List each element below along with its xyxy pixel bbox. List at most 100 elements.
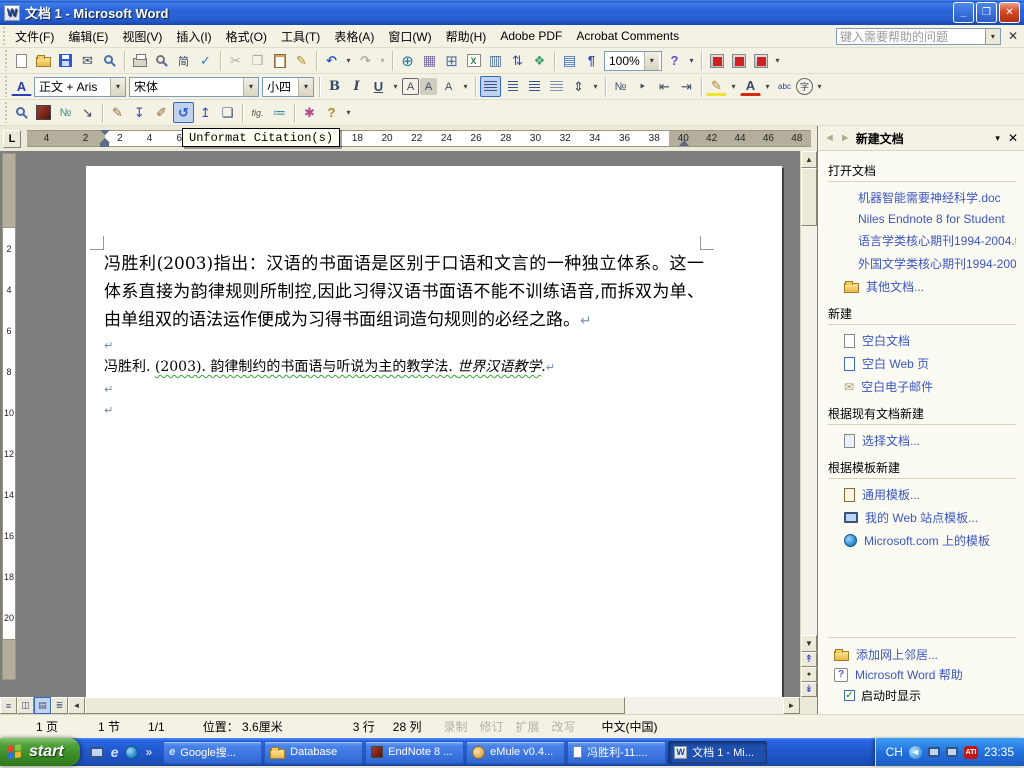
ruler-bar[interactable]: 4 2 2 4 6 8 10 12 14 16 18 20 22 (27, 130, 811, 147)
font-dropdown-icon[interactable]: ▾ (243, 77, 258, 96)
menu-edit[interactable]: 编辑(E) (61, 25, 115, 48)
tab-selector[interactable]: L (3, 129, 21, 148)
go-to-endnote-button[interactable] (33, 102, 54, 123)
paste-button[interactable] (269, 50, 290, 71)
line-spacing-dropdown[interactable]: ▾ (590, 76, 601, 97)
find-figures-button[interactable]: fig. (247, 102, 268, 123)
italic-button[interactable]: I (346, 76, 367, 97)
scroll-left-button[interactable]: ◄ (68, 697, 85, 714)
new-document-button[interactable] (11, 50, 32, 71)
export-traveling-library-button[interactable]: ❏ (217, 102, 238, 123)
taskbar-button-endnote[interactable]: EndNote 8 ... (365, 740, 465, 764)
pane-back-icon[interactable]: ◄ (824, 132, 835, 144)
edit-citations-button[interactable]: ✎ (107, 102, 128, 123)
document-view[interactable]: 冯胜利(2003)指出：汉语的书面语是区别于口语和文言的一种独立体系。这一体系直… (18, 151, 800, 697)
unformat-citations-button[interactable]: ↺ (173, 102, 194, 123)
format-painter-button[interactable]: ✎ (291, 50, 312, 71)
ati-tray-icon[interactable]: ATI (963, 745, 978, 759)
scroll-right-button[interactable]: ► (783, 697, 800, 714)
asian-layout-button[interactable]: ⇅ (507, 50, 528, 71)
left-indent-marker[interactable] (100, 143, 109, 147)
redo-button[interactable]: ↷ (355, 50, 376, 71)
toolbar-gripper[interactable] (3, 102, 8, 123)
status-mode-overtype[interactable]: 改写 (552, 718, 576, 735)
zoom-dropdown-icon[interactable]: ▾ (643, 51, 659, 70)
internet-explorer-icon[interactable]: e (111, 744, 119, 760)
document-map-button[interactable]: ▤ (559, 50, 580, 71)
chinese-convert-button[interactable]: 简 (173, 50, 194, 71)
formatting-toolbar-options[interactable]: ▾ (814, 76, 825, 97)
cut-button[interactable]: ✂ (225, 50, 246, 71)
ask-a-question-input[interactable]: 键入需要帮助的问题 (835, 27, 986, 45)
my-web-site-templates-link[interactable]: 我的 Web 站点模板... (844, 509, 1016, 526)
font-combobox[interactable]: 宋体 ▾ (129, 76, 259, 97)
bullets-button[interactable]: ‣ (632, 76, 653, 97)
save-button[interactable] (55, 50, 76, 71)
horizontal-scroll-track[interactable] (625, 697, 783, 714)
status-mode-record[interactable]: 录制 (443, 718, 467, 735)
scroll-up-button[interactable]: ▲ (801, 151, 817, 168)
templates-on-microsoft-com-link[interactable]: Microsoft.com 上的模板 (844, 532, 1016, 549)
insert-table-button[interactable]: ⊞ (441, 50, 462, 71)
recent-document-link[interactable]: Niles Endnote 8 for Student (858, 212, 1016, 226)
copy-button[interactable]: ❒ (247, 50, 268, 71)
add-network-place-link[interactable]: 添加网上邻居... (834, 646, 1016, 663)
numbering-button[interactable]: № (610, 76, 631, 97)
select-browse-object-button[interactable]: ● (801, 667, 817, 682)
menu-table[interactable]: 表格(A) (327, 25, 381, 48)
character-border-button[interactable]: A (402, 78, 419, 95)
recent-document-link[interactable]: 语言学类核心期刊1994-2004.t: (858, 232, 1016, 249)
styles-and-formatting-button[interactable]: A (11, 78, 32, 96)
center-button[interactable] (502, 76, 523, 97)
spelling-grammar-button[interactable]: ✓ (195, 50, 216, 71)
more-documents-link[interactable]: 其他文档... (844, 278, 1016, 295)
undo-button[interactable]: ↶ (321, 50, 342, 71)
empty-line[interactable]: ↵ (104, 379, 704, 400)
quick-launch-chevron-icon[interactable]: » (145, 745, 152, 759)
generate-figure-list-button[interactable]: ≔ (269, 102, 290, 123)
vertical-ruler[interactable]: 2 4 6 8 10 12 14 16 18 20 (0, 151, 18, 697)
pane-close-icon[interactable]: ✕ (1008, 131, 1018, 145)
document-paragraph[interactable]: 冯胜利(2003)指出：汉语的书面语是区别于口语和文言的一种独立体系。这一体系直… (104, 250, 704, 335)
mail-recipient-button[interactable]: ✉ (77, 50, 98, 71)
highlight-dropdown[interactable]: ▾ (728, 76, 739, 97)
style-combobox[interactable]: 正文 + Aris ▾ (34, 76, 126, 97)
document-text[interactable]: 冯胜利(2003)指出：汉语的书面语是区别于口语和文言的一种独立体系。这一体系直… (104, 250, 704, 421)
highlight-button[interactable]: ✎ (706, 77, 727, 96)
menu-acrobat-comments[interactable]: Acrobat Comments (569, 26, 686, 46)
font-color-dropdown[interactable]: ▾ (762, 76, 773, 97)
convert-to-pdf-button[interactable] (706, 50, 727, 71)
align-right-button[interactable] (524, 76, 545, 97)
taskbar-button-fengshengli[interactable]: 冯胜利-11.... (567, 740, 667, 764)
empty-line[interactable]: ↵ (104, 335, 704, 356)
hide-tray-icons-icon[interactable]: ◄ (908, 745, 922, 759)
show-at-startup-checkbox[interactable]: ✓ (844, 690, 855, 701)
format-bibliography-button[interactable]: № (55, 102, 76, 123)
underline-dropdown[interactable]: ▾ (390, 76, 401, 97)
menubar-close-icon[interactable]: ✕ (1008, 29, 1018, 43)
print-preview-button[interactable] (151, 50, 172, 71)
menu-file[interactable]: 文件(F) (8, 25, 61, 48)
redo-dropdown[interactable]: ▾ (377, 50, 388, 71)
minimize-button[interactable]: _ (953, 2, 974, 23)
character-scaling-dropdown[interactable]: ▾ (460, 76, 471, 97)
pane-forward-icon[interactable]: ► (840, 132, 851, 144)
decrease-indent-button[interactable]: ⇤ (654, 76, 675, 97)
menu-tools[interactable]: 工具(T) (274, 25, 327, 48)
previous-page-button[interactable]: ↟ (801, 652, 817, 667)
insert-excel-button[interactable]: X (463, 50, 484, 71)
word-help-link[interactable]: ? Microsoft Word 帮助 (834, 666, 1016, 683)
network-icon[interactable] (927, 747, 940, 757)
status-mode-extend[interactable]: 扩展 (515, 718, 539, 735)
horizontal-scroll-thumb[interactable] (85, 697, 625, 714)
bold-button[interactable]: B (324, 76, 345, 97)
insert-selected-citations-button[interactable]: ↘ (77, 102, 98, 123)
drawing-button[interactable]: ❖ (529, 50, 550, 71)
toolbar-gripper[interactable] (3, 50, 8, 71)
choose-document-link[interactable]: 选择文档... (844, 432, 1016, 449)
tables-and-borders-button[interactable]: ▦ (419, 50, 440, 71)
toolbar-gripper[interactable] (1, 27, 6, 45)
remove-field-codes-button[interactable]: ↥ (195, 102, 216, 123)
taskbar-button-database[interactable]: Database (264, 740, 364, 764)
insert-hyperlink-button[interactable]: ⊕ (397, 50, 418, 71)
